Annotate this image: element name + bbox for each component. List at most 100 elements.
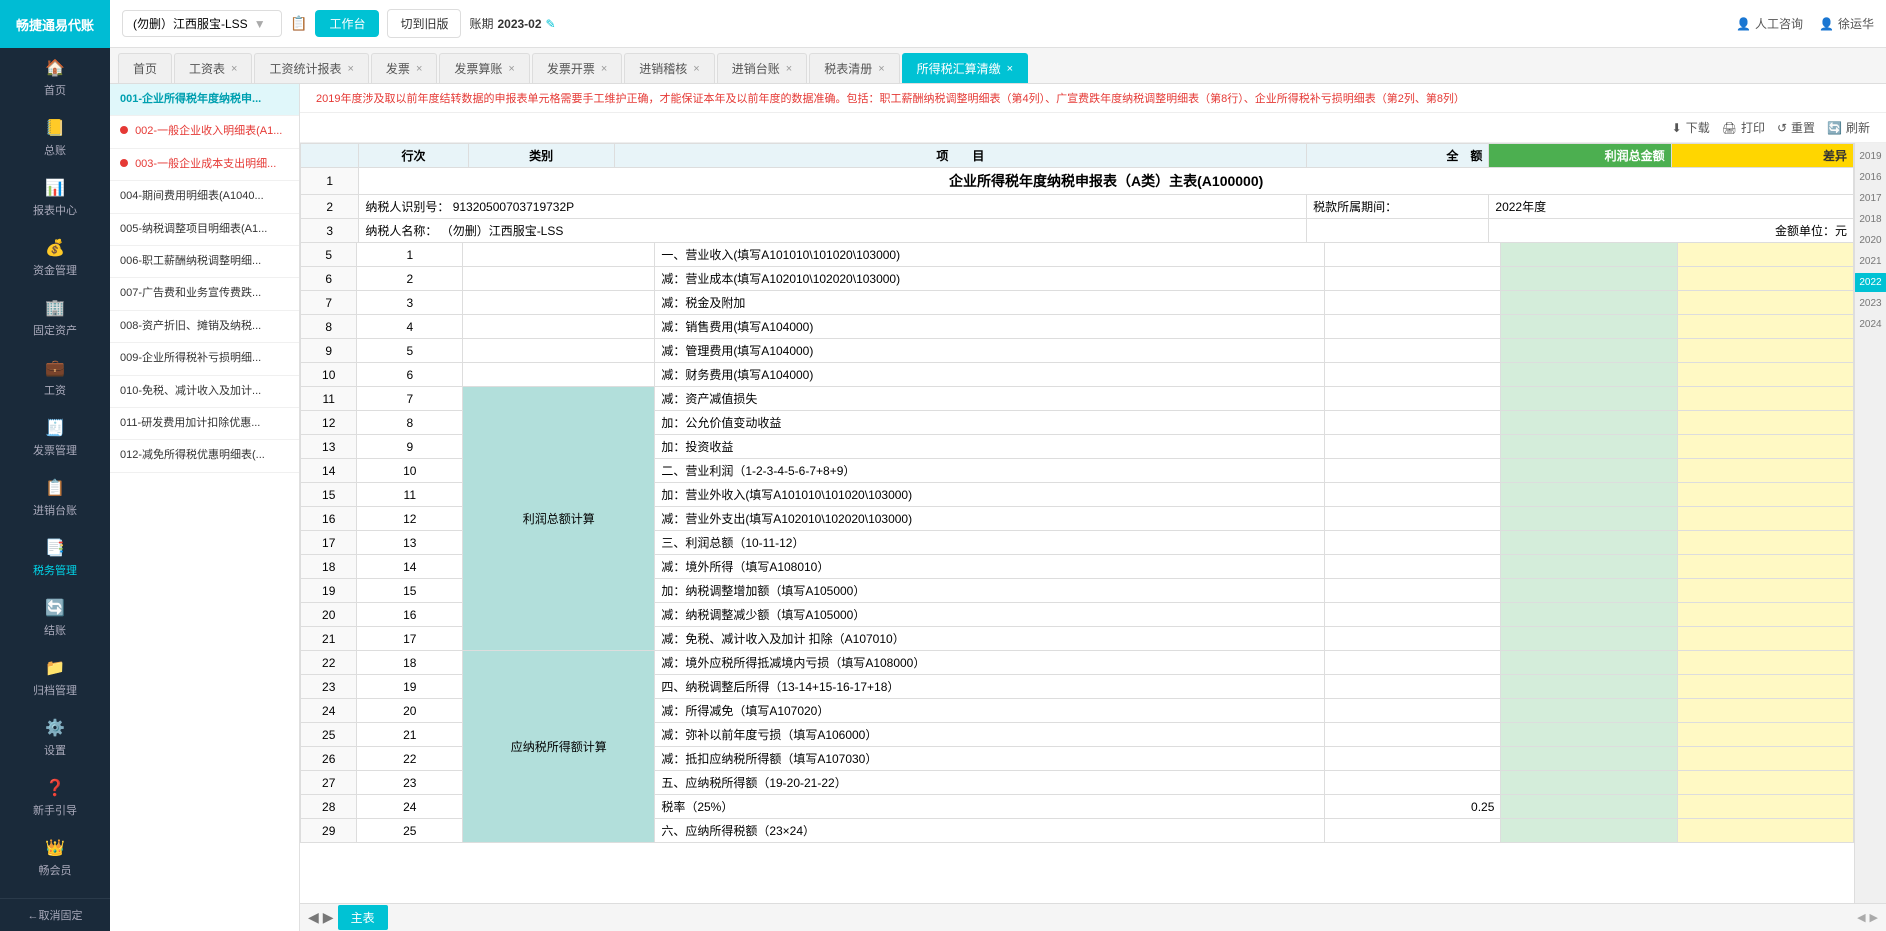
left-panel-item-003[interactable]: 003-一般企业成本支出明细...: [110, 149, 299, 181]
lrze-cell[interactable]: [1501, 411, 1677, 435]
lrze-cell[interactable]: [1501, 459, 1677, 483]
tab-invoice-calc-close[interactable]: ×: [508, 63, 514, 75]
left-panel-item-007[interactable]: 007-广告费和业务宣传费跌...: [110, 278, 299, 310]
chay-cell[interactable]: [1677, 483, 1853, 507]
left-panel-item-001[interactable]: 001-企业所得税年度纳税申...: [110, 84, 299, 116]
lrze-cell[interactable]: [1501, 531, 1677, 555]
chay-cell[interactable]: [1677, 675, 1853, 699]
copy-icon[interactable]: 📋: [290, 15, 307, 32]
left-panel-item-004[interactable]: 004-期间费用明细表(A1040...: [110, 181, 299, 213]
lrze-cell[interactable]: [1501, 363, 1677, 387]
chay-cell[interactable]: [1677, 363, 1853, 387]
lrze-cell[interactable]: [1501, 483, 1677, 507]
timeline-2023[interactable]: 2023: [1857, 294, 1883, 313]
reset-button[interactable]: ↺ 重置: [1777, 119, 1815, 136]
quane-cell[interactable]: [1325, 267, 1501, 291]
lrze-cell[interactable]: [1501, 627, 1677, 651]
chay-cell[interactable]: [1677, 531, 1853, 555]
timeline-2021[interactable]: 2021: [1857, 252, 1883, 271]
tab-invoice[interactable]: 发票×: [371, 53, 437, 83]
edit-period-icon[interactable]: ✎: [546, 17, 556, 31]
timeline-2016[interactable]: 2016: [1857, 168, 1883, 187]
sidebar-item-settings[interactable]: ⚙️ 设置: [0, 708, 110, 768]
left-panel-item-012[interactable]: 012-减免所得税优惠明细表(...: [110, 440, 299, 472]
lrze-cell[interactable]: [1501, 651, 1677, 675]
quane-cell[interactable]: [1325, 771, 1501, 795]
lrze-cell[interactable]: [1501, 699, 1677, 723]
lrze-cell[interactable]: [1501, 771, 1677, 795]
refresh-button[interactable]: 🔄 刷新: [1827, 119, 1870, 136]
tab-salary[interactable]: 工资表×: [174, 53, 252, 83]
quane-cell[interactable]: [1325, 435, 1501, 459]
chay-cell[interactable]: [1677, 339, 1853, 363]
chay-cell[interactable]: [1677, 627, 1853, 651]
sidebar-item-archive[interactable]: 📁 归档管理: [0, 648, 110, 708]
chay-cell[interactable]: [1677, 771, 1853, 795]
sidebar-item-salary[interactable]: 💼 工资: [0, 348, 110, 408]
chay-cell[interactable]: [1677, 315, 1853, 339]
quane-cell[interactable]: [1325, 291, 1501, 315]
lrze-cell[interactable]: [1501, 291, 1677, 315]
left-panel-item-008[interactable]: 008-资产折旧、摊销及纳税...: [110, 311, 299, 343]
quane-cell[interactable]: [1325, 387, 1501, 411]
chay-cell[interactable]: [1677, 651, 1853, 675]
chay-cell[interactable]: [1677, 435, 1853, 459]
prev-tab-button[interactable]: ◀: [308, 909, 319, 926]
lrze-cell[interactable]: [1501, 603, 1677, 627]
lrze-cell[interactable]: [1501, 507, 1677, 531]
sidebar-item-sales[interactable]: 📋 进销台账: [0, 468, 110, 528]
sidebar-item-settle[interactable]: 🔄 结账: [0, 588, 110, 648]
quane-cell[interactable]: [1325, 555, 1501, 579]
switch-old-button[interactable]: 切到旧版: [387, 9, 461, 38]
tab-invoice-calc[interactable]: 发票算账×: [439, 53, 529, 83]
quane-cell[interactable]: [1325, 651, 1501, 675]
tab-salary-stat[interactable]: 工资统计报表×: [254, 53, 368, 83]
tab-invoice-close[interactable]: ×: [416, 63, 422, 75]
sidebar-unpin-button[interactable]: ←取消固定: [0, 898, 110, 931]
chay-cell[interactable]: [1677, 747, 1853, 771]
workbench-button[interactable]: 工作台: [315, 10, 379, 37]
user-info[interactable]: 👤 徐运华: [1819, 15, 1874, 32]
tab-sales-check-close[interactable]: ×: [693, 63, 699, 75]
lrze-cell[interactable]: [1501, 435, 1677, 459]
chay-cell[interactable]: [1677, 579, 1853, 603]
left-panel-item-006[interactable]: 006-职工薪酬纳税调整明细...: [110, 246, 299, 278]
quane-cell[interactable]: [1325, 819, 1501, 843]
tab-home[interactable]: 首页: [118, 53, 172, 83]
chay-cell[interactable]: [1677, 291, 1853, 315]
lrze-cell[interactable]: [1501, 795, 1677, 819]
lrze-cell[interactable]: [1501, 387, 1677, 411]
quane-cell[interactable]: [1325, 699, 1501, 723]
quane-cell[interactable]: [1325, 411, 1501, 435]
tab-salary-close[interactable]: ×: [231, 63, 237, 75]
quane-cell[interactable]: [1325, 339, 1501, 363]
timeline-2020[interactable]: 2020: [1857, 231, 1883, 250]
quane-cell[interactable]: [1325, 603, 1501, 627]
sidebar-item-invoice[interactable]: 🧾 发票管理: [0, 408, 110, 468]
chay-cell[interactable]: [1677, 795, 1853, 819]
tab-income-tax[interactable]: 所得税汇算清缴×: [902, 53, 1028, 83]
company-selector[interactable]: (勿删）江西服宝-LSS ▼: [122, 10, 282, 37]
timeline-2018[interactable]: 2018: [1857, 210, 1883, 229]
ai-consult-button[interactable]: 👤 人工咨询: [1736, 15, 1803, 32]
quane-cell[interactable]: [1325, 363, 1501, 387]
timeline-2024[interactable]: 2024: [1857, 315, 1883, 334]
left-panel-item-005[interactable]: 005-纳税调整项目明细表(A1...: [110, 214, 299, 246]
left-panel-item-011[interactable]: 011-研发费用加计扣除优惠...: [110, 408, 299, 440]
left-panel-item-002[interactable]: 002-一般企业收入明细表(A1...: [110, 116, 299, 148]
sidebar-item-member[interactable]: 👑 畅会员: [0, 828, 110, 888]
chay-cell[interactable]: [1677, 267, 1853, 291]
chay-cell[interactable]: [1677, 555, 1853, 579]
quane-cell[interactable]: [1325, 675, 1501, 699]
print-button[interactable]: 🖨 打印: [1722, 119, 1765, 136]
lrze-cell[interactable]: [1501, 819, 1677, 843]
lrze-cell[interactable]: [1501, 555, 1677, 579]
lrze-cell[interactable]: [1501, 339, 1677, 363]
quane-cell[interactable]: [1325, 723, 1501, 747]
sidebar-item-tax[interactable]: 📑 税务管理: [0, 528, 110, 588]
scroll-right-icon[interactable]: ▶: [1870, 911, 1878, 924]
left-panel-item-009[interactable]: 009-企业所得税补亏损明细...: [110, 343, 299, 375]
sidebar-item-reports[interactable]: 📊 报表中心: [0, 168, 110, 228]
chay-cell[interactable]: [1677, 507, 1853, 531]
quane-cell[interactable]: [1325, 507, 1501, 531]
